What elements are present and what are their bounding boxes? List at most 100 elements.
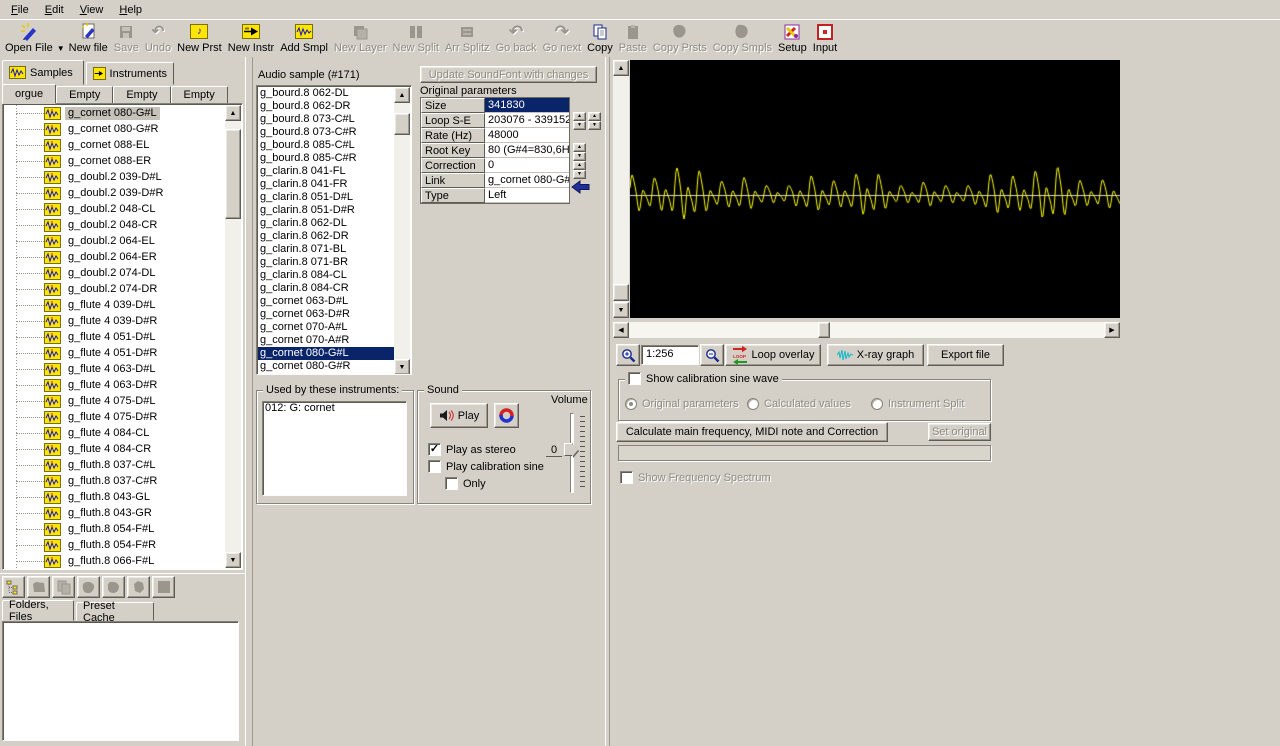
param-link-value[interactable]: g_cornet 080-G#R xyxy=(485,173,569,188)
param-correction-label[interactable]: Correction xyxy=(421,158,485,173)
sample-list-item[interactable]: g_bourd.8 085-C#R xyxy=(258,152,394,165)
tree-item[interactable]: g_cornet 088-EL xyxy=(4,137,225,153)
tab-folders-files[interactable]: Folders, Files xyxy=(2,600,74,621)
loop-start-spinner[interactable]: ▲ ▼ xyxy=(573,112,586,130)
sample-list-item[interactable]: g_cornet 063-D#R xyxy=(258,308,394,321)
new-preset-button[interactable]: ♪ New Prst xyxy=(174,20,225,54)
param-correction-value[interactable]: 0 xyxy=(485,158,569,173)
scroll-thumb[interactable] xyxy=(225,129,241,219)
rootkey-spinner[interactable]: ▲ ▼ xyxy=(573,143,586,161)
tree-item[interactable]: g_flute 4 084-CL xyxy=(4,425,225,441)
scroll-up-button[interactable]: ▲ xyxy=(225,105,241,121)
tree-item[interactable]: g_flute 4 063-D#L xyxy=(4,361,225,377)
menu-item[interactable]: Edit xyxy=(37,2,72,18)
tree-item[interactable]: g_cornet 080-G#R xyxy=(4,121,225,137)
tree-item[interactable]: g_doubl.2 039-D#L xyxy=(4,169,225,185)
sample-list-item[interactable]: g_bourd.8 073-C#R xyxy=(258,126,394,139)
tab-samples[interactable]: Samples xyxy=(2,60,84,85)
param-type-label[interactable]: Type xyxy=(421,188,485,203)
correction-spinner[interactable]: ▲ ▼ xyxy=(573,161,586,179)
sample-list-item[interactable]: g_bourd.8 062-DL xyxy=(258,87,394,100)
zoom-out-button[interactable] xyxy=(700,344,724,366)
xray-graph-button[interactable]: X-ray graph xyxy=(827,344,924,366)
sample-list-item[interactable]: g_clarin.8 062-DL xyxy=(258,217,394,230)
param-loop-value[interactable]: 203076 - 339152 xyxy=(485,113,569,128)
scroll-up-button[interactable]: ▲ xyxy=(394,87,410,103)
play-as-stereo-checkbox[interactable]: ✓ xyxy=(428,443,441,456)
spin-up-button[interactable]: ▲ xyxy=(588,112,601,121)
copy-button[interactable]: Copy xyxy=(584,20,616,54)
sample-list-item[interactable]: g_clarin.8 051-D#R xyxy=(258,204,394,217)
spin-down-button[interactable]: ▼ xyxy=(588,121,601,130)
scroll-left-button[interactable]: ◀ xyxy=(613,322,629,338)
sample-list-item[interactable]: g_clarin.8 041-FR xyxy=(258,178,394,191)
wave-vertical-scrollbar[interactable]: ▲ ▼ xyxy=(613,60,629,318)
param-rate-label[interactable]: Rate (Hz) xyxy=(421,128,485,143)
tree-item[interactable]: g_flute 4 075-D#R xyxy=(4,409,225,425)
tree-item[interactable]: g_flute 4 039-D#L xyxy=(4,297,225,313)
tree-item[interactable]: g_doubl.2 074-DL xyxy=(4,265,225,281)
tree-item[interactable]: g_flute 4 063-D#R xyxy=(4,377,225,393)
menu-item[interactable]: View xyxy=(72,2,112,18)
sample-list-item[interactable]: g_cornet 070-A#R xyxy=(258,334,394,347)
menu-item[interactable]: File xyxy=(3,2,37,18)
sample-list-item[interactable]: g_cornet 080-G#L xyxy=(258,347,394,360)
only-checkbox[interactable]: ✓ xyxy=(445,477,458,490)
add-sample-button[interactable]: Add Smpl xyxy=(277,20,331,54)
tree-item[interactable]: g_fluth.8 054-F#L xyxy=(4,521,225,537)
tree-item[interactable]: g_doubl.2 064-ER xyxy=(4,249,225,265)
sample-list-item[interactable]: g_clarin.8 071-BR xyxy=(258,256,394,269)
param-rate-value[interactable]: 48000 xyxy=(485,128,569,143)
tree-item[interactable]: g_doubl.2 048-CR xyxy=(4,217,225,233)
sample-list-item[interactable]: g_bourd.8 062-DR xyxy=(258,100,394,113)
bank-tab[interactable]: Empty xyxy=(171,86,228,104)
export-file-button[interactable]: Export file xyxy=(927,344,1004,366)
zoom-in-button[interactable] xyxy=(616,344,640,366)
tree-item[interactable]: g_fluth.8 066-F#L xyxy=(4,553,225,568)
tree-item[interactable]: g_flute 4 051-D#R xyxy=(4,345,225,361)
sample-list-item[interactable]: g_clarin.8 041-FL xyxy=(258,165,394,178)
scroll-thumb[interactable] xyxy=(394,113,410,135)
bank-tab[interactable]: Empty xyxy=(113,86,170,104)
loop-end-spinner[interactable]: ▲ ▼ xyxy=(588,112,601,130)
loop-play-button[interactable] xyxy=(494,403,519,428)
scroll-thumb[interactable] xyxy=(613,284,629,301)
sample-list-item[interactable]: g_cornet 080-G#R xyxy=(258,360,394,373)
tree-item[interactable]: g_cornet 080-G#L xyxy=(4,105,225,121)
scroll-up-button[interactable]: ▲ xyxy=(613,60,629,76)
tree-item[interactable]: g_doubl.2 048-CL xyxy=(4,201,225,217)
sample-list-item[interactable]: g_clarin.8 051-D#L xyxy=(258,191,394,204)
input-button[interactable]: Input xyxy=(810,20,840,54)
scroll-down-button[interactable]: ▼ xyxy=(225,552,241,568)
tree-item[interactable]: g_doubl.2 039-D#R xyxy=(4,185,225,201)
sample-list-item[interactable]: g_cornet 070-A#L xyxy=(258,321,394,334)
show-calibration-checkbox[interactable]: ✓ xyxy=(628,372,641,385)
tree-structure-button[interactable] xyxy=(2,576,25,598)
new-file-button[interactable]: New file xyxy=(66,20,111,54)
spin-down-button[interactable]: ▼ xyxy=(573,152,586,161)
sample-list-item[interactable]: g_clarin.8 062-DR xyxy=(258,230,394,243)
scroll-thumb[interactable] xyxy=(818,322,830,338)
param-rootkey-label[interactable]: Root Key xyxy=(421,143,485,158)
spin-down-button[interactable]: ▼ xyxy=(573,170,586,179)
spin-up-button[interactable]: ▲ xyxy=(573,112,586,121)
open-file-button[interactable]: Open File xyxy=(2,20,56,54)
tree-item[interactable]: g_flute 4 075-D#L xyxy=(4,393,225,409)
play-calibration-checkbox[interactable]: ✓ xyxy=(428,460,441,473)
param-rootkey-value[interactable]: 80 (G#4=830,6Hz) xyxy=(485,143,569,158)
bank-tab[interactable]: Empty xyxy=(56,86,113,104)
open-file-dropdown[interactable]: ▼ xyxy=(56,44,66,53)
param-loop-label[interactable]: Loop S-E xyxy=(421,113,485,128)
tree-item[interactable]: g_flute 4 051-D#L xyxy=(4,329,225,345)
tree-item[interactable]: g_doubl.2 074-DR xyxy=(4,281,225,297)
loop-overlay-button[interactable]: LOOP Loop overlay xyxy=(725,344,821,366)
left-splitter[interactable] xyxy=(245,57,253,746)
tab-preset-cache[interactable]: Preset Cache xyxy=(76,602,154,621)
play-button[interactable]: Play xyxy=(430,403,488,428)
sample-list-item[interactable]: g_bourd.8 073-C#L xyxy=(258,113,394,126)
used-by-item[interactable]: 012: G: cornet xyxy=(263,402,406,415)
param-type-value[interactable]: Left xyxy=(485,188,569,203)
spin-up-button[interactable]: ▲ xyxy=(573,143,586,152)
zoom-ratio-field[interactable]: 1:256 xyxy=(641,345,699,365)
tree-scrollbar[interactable]: ▲ ▼ xyxy=(225,105,241,568)
